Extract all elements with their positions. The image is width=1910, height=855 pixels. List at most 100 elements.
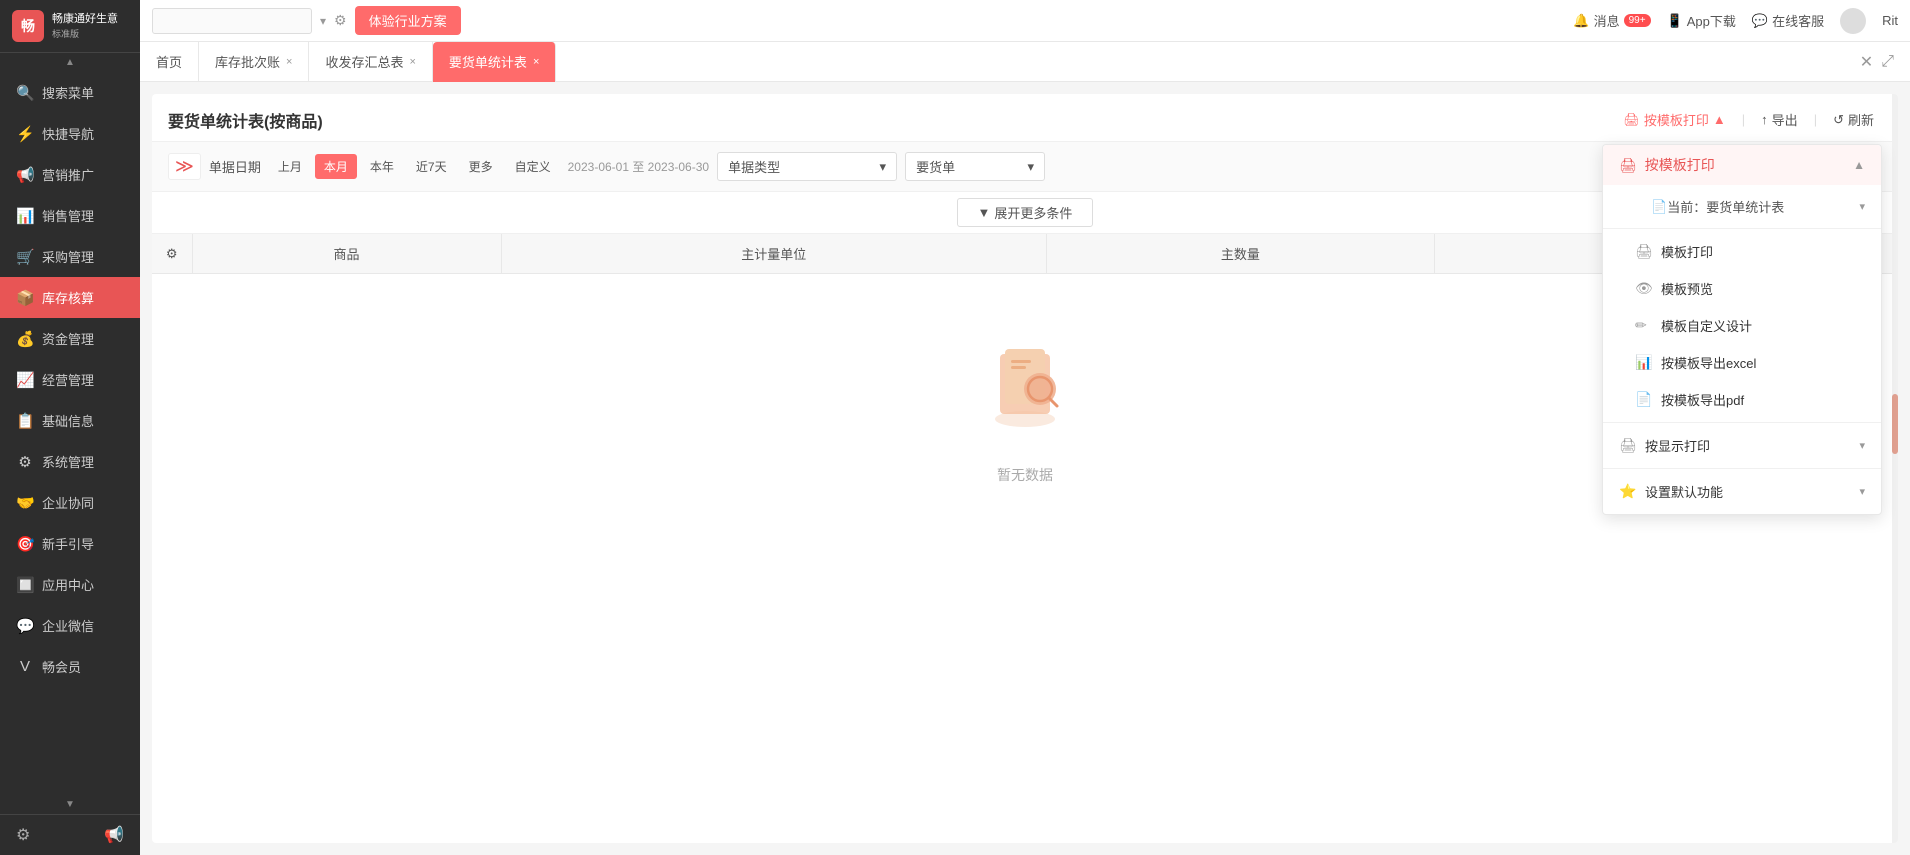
messages-item[interactable]: 🔔 消息 99+	[1573, 11, 1650, 30]
operations-icon: 📈	[16, 371, 34, 389]
sidebar-item-label-enterprise: 企业协同	[42, 493, 94, 512]
tab-order-stats[interactable]: 要货单统计表 ×	[433, 42, 556, 82]
goods-filter-input[interactable]: 要货单 ▾	[905, 152, 1045, 181]
messages-badge: 99+	[1624, 14, 1651, 27]
sidebar-item-sales[interactable]: 📊 销售管理	[0, 195, 140, 236]
settings-icon[interactable]: ⚙	[16, 825, 30, 845]
sidebar-item-vip[interactable]: V 畅会员	[0, 646, 140, 687]
sidebar-bottom: ⚙ 📢	[0, 814, 140, 855]
topbar-gear-icon[interactable]: ⚙	[334, 12, 347, 29]
dropdown-item-display-print[interactable]: 🖨 按显示打印 ▾	[1603, 427, 1881, 464]
sidebar-item-system[interactable]: ⚙ 系统管理	[0, 441, 140, 482]
sidebar-item-search[interactable]: 🔍 搜索菜单	[0, 72, 140, 113]
tab-home[interactable]: 首页	[156, 42, 199, 82]
tab-order-stats-close[interactable]: ×	[533, 56, 539, 68]
speaker-icon[interactable]: 📢	[104, 825, 124, 845]
tab-receipt-summary[interactable]: 收发存汇总表 ×	[309, 42, 432, 82]
sidebar-item-finance[interactable]: 💰 资金管理	[0, 318, 140, 359]
refresh-icon: ↺	[1833, 112, 1844, 128]
expand-more-label: 展开更多条件	[994, 203, 1072, 222]
messages-label: 消息	[1594, 11, 1620, 30]
dropdown-item-template-design[interactable]: ✏ 模板自定义设计	[1603, 307, 1881, 344]
export-button[interactable]: ↑ 导出	[1753, 106, 1806, 133]
sidebar-item-quicknav[interactable]: ⚡ 快捷导航	[0, 113, 140, 154]
date-btn-last-7-days[interactable]: 近7天	[407, 154, 456, 179]
dropdown-current-template[interactable]: 📄 当前：要货单统计表 ▾	[1603, 189, 1881, 224]
th-unit: 主计量单位	[501, 234, 1046, 274]
print-dropdown-icon: 🖨	[1619, 157, 1637, 174]
username-label[interactable]: Rit	[1882, 13, 1898, 28]
page-header: 要货单统计表(按商品) 🖨 按模板打印 ▲ | ↑ 导出 | ↺	[152, 94, 1898, 142]
purchase-icon: 🛒	[16, 248, 34, 266]
tab-expand-icon[interactable]: ⤢	[1881, 53, 1894, 71]
sidebar-logo: 畅 畅康通好生意 标准版	[0, 0, 140, 53]
expand-more-button[interactable]: ▼ 展开更多条件	[957, 198, 1094, 227]
tab-inventory-batch[interactable]: 库存批次账 ×	[199, 42, 309, 82]
sidebar-item-label-finance: 资金管理	[42, 329, 94, 348]
th-quantity: 主数量	[1047, 234, 1435, 274]
th-setting[interactable]: ⚙	[152, 234, 192, 274]
date-btn-more[interactable]: 更多	[460, 154, 502, 179]
dropdown-item-template-preview[interactable]: 👁 模板预览	[1603, 270, 1881, 307]
dropdown-collapse-arrow[interactable]: ▲	[1853, 158, 1865, 172]
marketing-icon: 📢	[16, 166, 34, 184]
topbar-dropdown-arrow[interactable]: ▾	[320, 14, 326, 28]
right-scrollbar[interactable]	[1892, 94, 1898, 843]
dropdown-item-default-func[interactable]: ⭐ 设置默认功能 ▾	[1603, 473, 1881, 510]
corpwechat-icon: 💬	[16, 617, 34, 635]
sidebar-item-guide[interactable]: 🎯 新手引导	[0, 523, 140, 564]
divider2: |	[1814, 112, 1817, 127]
tab-inventory-batch-close[interactable]: ×	[286, 56, 292, 68]
refresh-button[interactable]: ↺ 刷新	[1825, 106, 1882, 133]
sidebar-item-label-search: 搜索菜单	[42, 83, 94, 102]
trial-industry-button[interactable]: 体验行业方案	[355, 6, 461, 35]
online-service-item[interactable]: 💬 在线客服	[1752, 11, 1824, 30]
sidebar-item-purchase[interactable]: 🛒 采购管理	[0, 236, 140, 277]
sidebar-item-marketing[interactable]: 📢 营销推广	[0, 154, 140, 195]
default-func-label: 设置默认功能	[1645, 482, 1723, 501]
date-btn-this-year[interactable]: 本年	[361, 154, 403, 179]
date-btn-this-month[interactable]: 本月	[315, 154, 357, 179]
sidebar-scroll-down[interactable]: ▼	[0, 795, 140, 814]
template-design-label: 模板自定义设计	[1661, 316, 1752, 335]
sidebar-item-enterprise[interactable]: 🤝 企业协同	[0, 482, 140, 523]
tab-close-icon[interactable]: ✕	[1860, 52, 1873, 72]
app-name: 畅康通好生意	[52, 12, 118, 26]
empty-icon	[975, 334, 1075, 453]
print-label: 按模板打印	[1644, 110, 1709, 129]
page-header-actions: 🖨 按模板打印 ▲ | ↑ 导出 | ↺ 刷新	[1615, 106, 1882, 133]
print-dropdown-menu: 🖨 按模板打印 ▲ 📄 当前：要货单统计表 ▾ 🖨 模板打印	[1602, 144, 1882, 515]
display-print-label: 按显示打印	[1645, 436, 1710, 455]
divider1: |	[1742, 112, 1745, 127]
app-download-item[interactable]: 📱 App下载	[1667, 11, 1736, 30]
avatar[interactable]	[1840, 8, 1866, 34]
dropdown-header-left: 🖨 按模板打印	[1619, 155, 1715, 175]
sidebar-item-inventory[interactable]: 📦 库存核算	[0, 277, 140, 318]
empty-text: 暂无数据	[997, 465, 1053, 485]
topbar-search-input[interactable]	[152, 8, 312, 34]
date-btn-custom[interactable]: 自定义	[506, 154, 560, 179]
dropdown-item-template-print[interactable]: 🖨 模板打印	[1603, 233, 1881, 270]
dropdown-item-export-pdf[interactable]: 📄 按模板导出pdf	[1603, 381, 1881, 418]
sidebar-item-operations[interactable]: 📈 经营管理	[0, 359, 140, 400]
template-print-label: 模板打印	[1661, 242, 1713, 261]
print-button[interactable]: 🖨 按模板打印 ▲	[1615, 106, 1733, 133]
dropdown-header[interactable]: 🖨 按模板打印 ▲	[1603, 145, 1881, 185]
sidebar-item-corpwechat[interactable]: 💬 企业微信	[0, 605, 140, 646]
export-icon: ↑	[1761, 112, 1768, 127]
export-label: 导出	[1772, 110, 1798, 129]
dropdown-item-export-excel[interactable]: 📊 按模板导出excel	[1603, 344, 1881, 381]
sidebar-item-appcenter[interactable]: 🔲 应用中心	[0, 564, 140, 605]
tab-receipt-summary-close[interactable]: ×	[409, 56, 415, 68]
filter-expand-toggle[interactable]: ≫	[168, 153, 201, 180]
dropdown-section-current: 📄 当前：要货单统计表 ▾	[1603, 185, 1881, 229]
default-func-arrow: ▾	[1859, 485, 1865, 498]
sidebar-item-basicinfo[interactable]: 📋 基础信息	[0, 400, 140, 441]
sidebar-scroll-up[interactable]: ▲	[0, 53, 140, 72]
date-btn-last-month[interactable]: 上月	[269, 154, 311, 179]
template-design-icon: ✏	[1635, 317, 1651, 334]
default-func-left: ⭐ 设置默认功能	[1619, 482, 1723, 501]
type-filter-select[interactable]: 单据类型 ▾	[717, 152, 897, 181]
logo-text-block: 畅康通好生意 标准版	[52, 12, 118, 39]
sidebar-item-label-vip: 畅会员	[42, 657, 81, 676]
